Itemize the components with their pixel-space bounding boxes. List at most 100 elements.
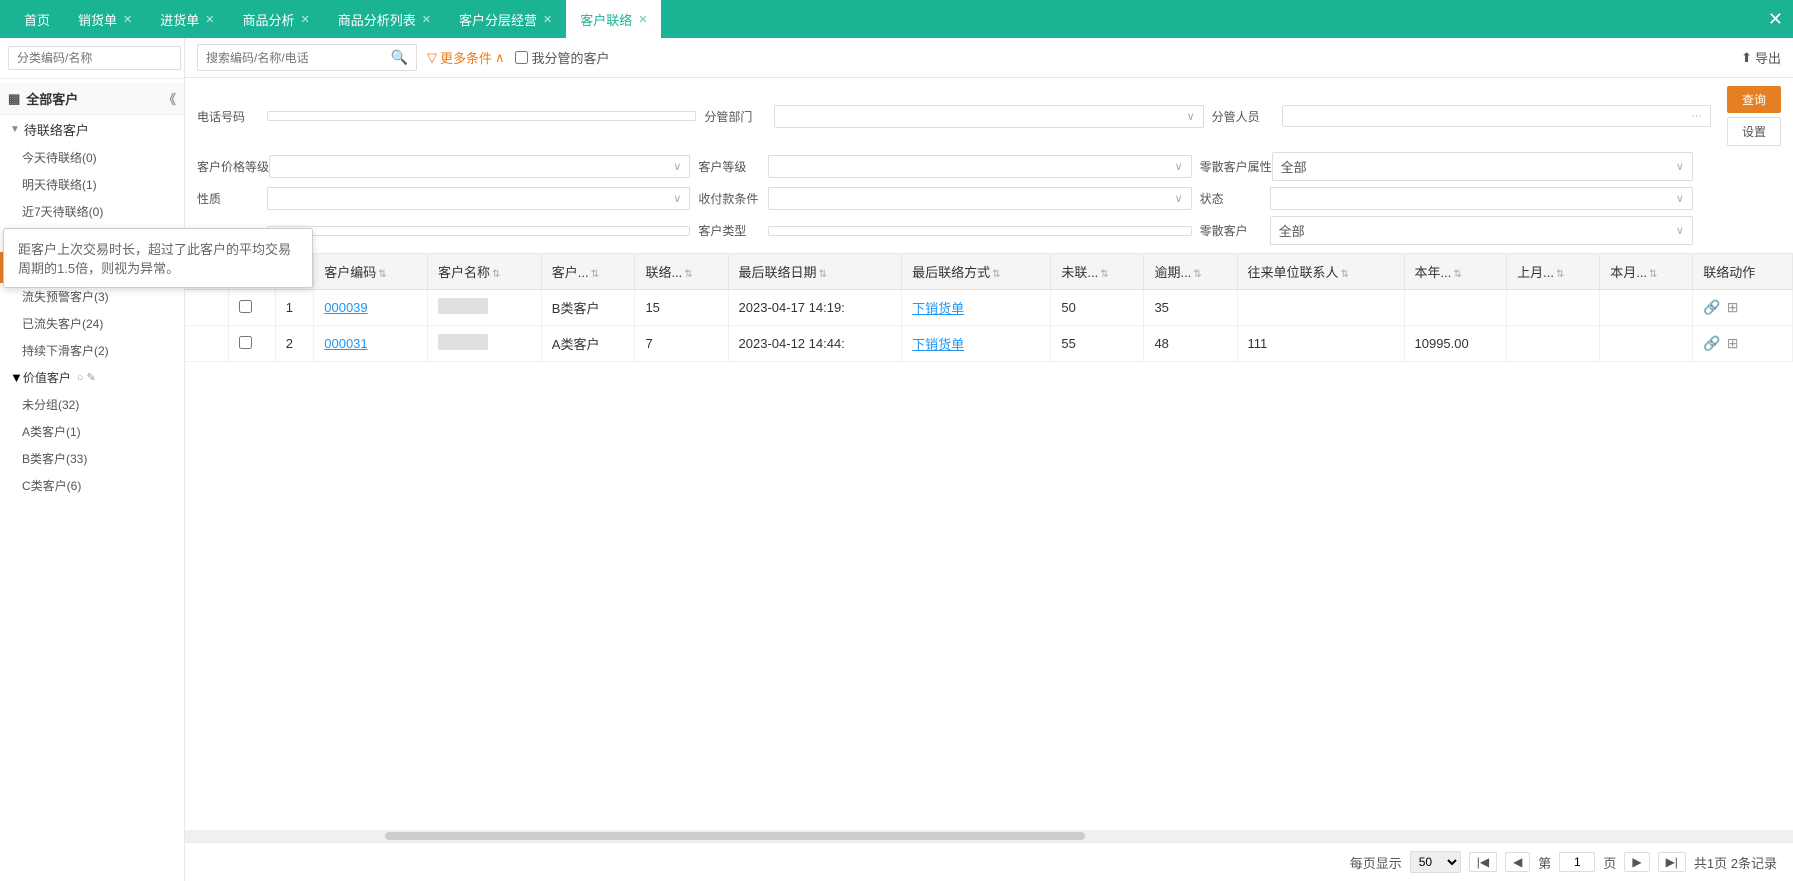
search-icon: 🔍 bbox=[391, 49, 408, 66]
row2-checkbox[interactable] bbox=[229, 326, 275, 362]
extra-select[interactable] bbox=[267, 226, 690, 236]
col-type[interactable]: 客户...⇅ bbox=[541, 254, 635, 290]
row1-code[interactable]: 000039 bbox=[314, 290, 428, 326]
customer-type-field: 客户类型 bbox=[698, 222, 1191, 239]
unclassified-item[interactable]: 未分组(32) bbox=[0, 391, 184, 418]
nav-sales-close[interactable]: ✕ bbox=[123, 13, 132, 26]
dept-field: 分管部门 ∨ bbox=[704, 105, 1203, 128]
col-last-contact-date[interactable]: 最后联络日期⇅ bbox=[728, 254, 902, 290]
row1-actions: 🔗 ⊞ bbox=[1693, 290, 1793, 326]
scrollbar-thumb[interactable] bbox=[385, 832, 1085, 840]
main-search-box: 🔍 bbox=[197, 44, 417, 71]
row2-link-icon[interactable]: 🔗 bbox=[1703, 335, 1720, 352]
row1-link-icon[interactable]: 🔗 bbox=[1703, 299, 1720, 316]
query-button[interactable]: 查询 bbox=[1727, 86, 1781, 113]
nature-select[interactable]: ∨ bbox=[267, 187, 690, 210]
settings-button[interactable]: 设置 bbox=[1727, 117, 1781, 146]
top-nav: 首页 销货单 ✕ 进货单 ✕ 商品分析 ✕ 商品分析列表 ✕ 客户分层经营 ✕ … bbox=[0, 0, 1793, 38]
week-contact-item[interactable]: 近7天待联络(0) bbox=[0, 198, 184, 225]
col-this-year[interactable]: 本年...⇅ bbox=[1404, 254, 1507, 290]
payment-select[interactable]: ∨ bbox=[768, 187, 1191, 210]
customer-level-select[interactable]: ∨ bbox=[768, 155, 1191, 178]
today-contact-item[interactable]: 今天待联络(0) bbox=[0, 144, 184, 171]
row2-checkbox-input[interactable] bbox=[239, 336, 252, 349]
first-page-button[interactable]: |◀ bbox=[1469, 852, 1497, 872]
row1-this-year bbox=[1404, 290, 1507, 326]
table-row: 1 000039 B类客户 15 2023-04-17 14:19: 下销货单 … bbox=[185, 290, 1793, 326]
class-c-item[interactable]: C类客户(6) bbox=[0, 472, 184, 499]
manager-select[interactable]: ··· bbox=[1282, 105, 1711, 127]
class-b-item[interactable]: B类客户(33) bbox=[0, 445, 184, 472]
per-page-select[interactable]: 50 10 20 100 bbox=[1410, 851, 1461, 873]
pending-contact-title[interactable]: ▼ 待联络客户 bbox=[0, 115, 184, 144]
row2-last-method[interactable]: 下销货单 bbox=[902, 326, 1051, 362]
customer-type-select[interactable] bbox=[768, 226, 1191, 236]
row2-contact-person: 111 bbox=[1237, 326, 1404, 362]
col-last-contact-method[interactable]: 最后联络方式⇅ bbox=[902, 254, 1051, 290]
row1-last-method[interactable]: 下销货单 bbox=[902, 290, 1051, 326]
status-select[interactable]: ∨ bbox=[1270, 187, 1693, 210]
nav-customer-contact-close[interactable]: ✕ bbox=[638, 13, 647, 26]
price-level-select[interactable]: ∨ bbox=[269, 155, 690, 178]
lost-customers-item[interactable]: 已流失客户(24) bbox=[0, 310, 184, 337]
nav-home[interactable]: 首页 bbox=[10, 0, 64, 38]
nav-purchase[interactable]: 进货单 ✕ bbox=[146, 0, 228, 38]
nav-customer-contact[interactable]: 客户联络 ✕ bbox=[566, 0, 661, 38]
row1-uncontacted: 50 bbox=[1051, 290, 1144, 326]
arrow-icon: ▼ bbox=[10, 124, 20, 135]
all-customers-header[interactable]: ▦ 全部客户 《 bbox=[0, 83, 184, 115]
nav-customer-tier-close[interactable]: ✕ bbox=[543, 13, 552, 26]
col-contact-person[interactable]: 往来单位联系人⇅ bbox=[1237, 254, 1404, 290]
last-page-button[interactable]: ▶| bbox=[1658, 852, 1686, 872]
chevron-down-icon: ∧ bbox=[495, 50, 505, 66]
page-number-input[interactable] bbox=[1559, 852, 1595, 872]
col-name[interactable]: 客户名称⇅ bbox=[428, 254, 542, 290]
next-page-button[interactable]: ▶ bbox=[1624, 852, 1649, 872]
chevron-down-icon: ∨ bbox=[1187, 110, 1195, 123]
scatter-attr-select[interactable]: 全部 ∨ bbox=[1272, 152, 1693, 181]
nav-purchase-close[interactable]: ✕ bbox=[205, 13, 214, 26]
value-customers-group: ▼ 价值客户 ○ ✎ bbox=[0, 364, 184, 391]
row2-name bbox=[428, 326, 542, 362]
export-button[interactable]: ⬆ 导出 bbox=[1741, 48, 1781, 67]
tomorrow-contact-item[interactable]: 明天待联络(1) bbox=[0, 171, 184, 198]
main-search-input[interactable] bbox=[206, 51, 391, 65]
nav-product-analysis-close[interactable]: ✕ bbox=[301, 13, 310, 26]
blurred-name2 bbox=[438, 334, 488, 350]
row2-grid-icon[interactable]: ⊞ bbox=[1727, 335, 1739, 352]
col-this-month[interactable]: 本月...⇅ bbox=[1600, 254, 1693, 290]
horizontal-scrollbar[interactable] bbox=[185, 830, 1793, 842]
col-contact[interactable]: 联络...⇅ bbox=[635, 254, 728, 290]
col-uncontacted[interactable]: 未联...⇅ bbox=[1051, 254, 1144, 290]
more-conditions-button[interactable]: ▽ 更多条件 ∧ bbox=[427, 48, 505, 67]
scatter-customer-select[interactable]: 全部 ∨ bbox=[1270, 216, 1693, 245]
nav-customer-tier[interactable]: 客户分层经营 ✕ bbox=[445, 0, 566, 38]
dept-select[interactable]: ∨ bbox=[774, 105, 1203, 128]
chevron-down-icon: ∨ bbox=[1175, 160, 1183, 173]
nav-product-analysis[interactable]: 商品分析 ✕ bbox=[228, 0, 323, 38]
sidebar-search-input[interactable] bbox=[8, 46, 181, 70]
row1-checkbox-input[interactable] bbox=[239, 300, 252, 313]
sidebar-search-area: 🔍 bbox=[0, 38, 184, 79]
phone-input[interactable] bbox=[267, 111, 696, 121]
per-page-label: 每页显示 bbox=[1350, 853, 1402, 872]
col-code[interactable]: 客户编码⇅ bbox=[314, 254, 428, 290]
nav-sales[interactable]: 销货单 ✕ bbox=[64, 0, 146, 38]
col-overdue[interactable]: 逾期...⇅ bbox=[1144, 254, 1237, 290]
close-all-button[interactable]: ✕ bbox=[1768, 9, 1783, 30]
col-last-month[interactable]: 上月...⇅ bbox=[1507, 254, 1600, 290]
row1-grid-icon[interactable]: ⊞ bbox=[1727, 299, 1739, 316]
my-customers-checkbox[interactable] bbox=[515, 51, 528, 64]
nav-product-list[interactable]: 商品分析列表 ✕ bbox=[324, 0, 445, 38]
row2-code[interactable]: 000031 bbox=[314, 326, 428, 362]
row1-checkbox[interactable] bbox=[229, 290, 275, 326]
content-area: 🔍 ▽ 更多条件 ∧ 我分管的客户 ⬆ 导出 电话号码 bbox=[185, 38, 1793, 881]
chevron-down-icon: ∨ bbox=[1175, 192, 1183, 205]
sidebar-collapse-button[interactable]: 《 bbox=[163, 89, 176, 108]
prev-page-button[interactable]: ◀ bbox=[1505, 852, 1530, 872]
row2-overdue: 48 bbox=[1144, 326, 1237, 362]
class-a-item[interactable]: A类客户(1) bbox=[0, 418, 184, 445]
declining-customers-item[interactable]: 持续下滑客户(2) bbox=[0, 337, 184, 364]
export-icon: ⬆ bbox=[1741, 50, 1752, 66]
nav-product-list-close[interactable]: ✕ bbox=[422, 13, 431, 26]
